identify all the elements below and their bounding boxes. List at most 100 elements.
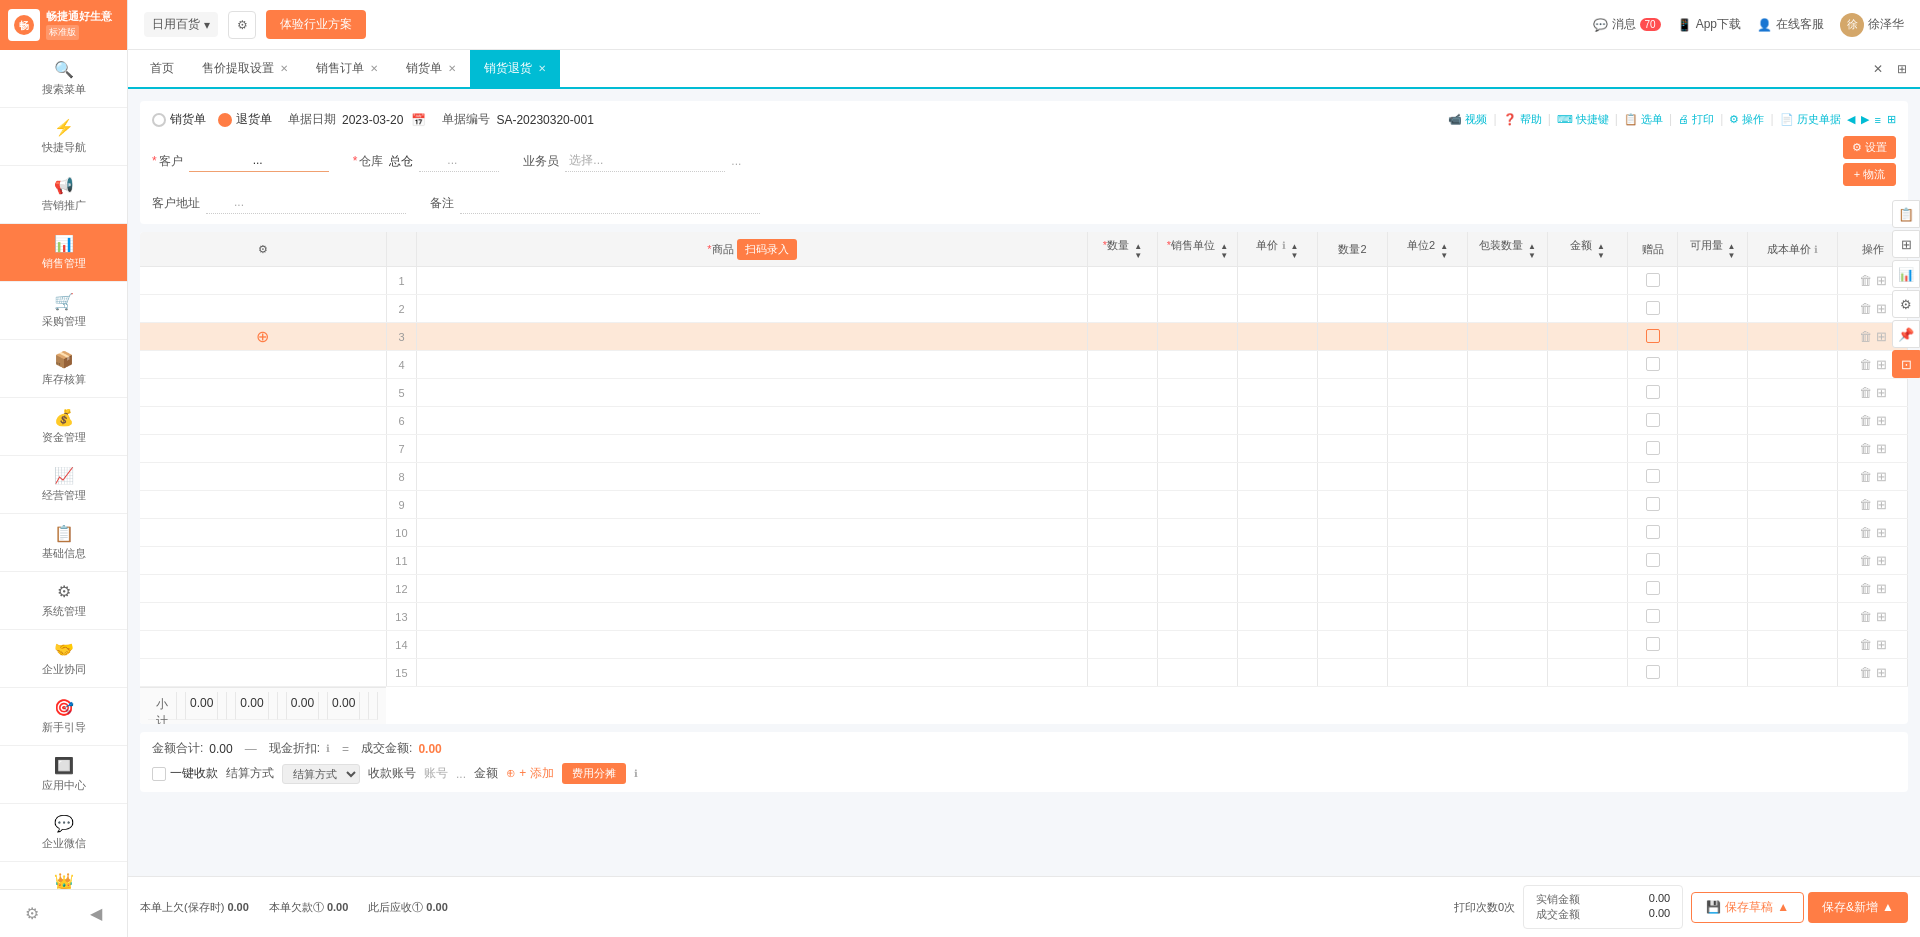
customer-input[interactable]: ...: [189, 150, 329, 172]
row-qty2-cell[interactable]: [1318, 631, 1388, 659]
tab-sales-order-close[interactable]: ✕: [370, 63, 378, 74]
toolbar-video[interactable]: 📹 视频: [1448, 112, 1487, 127]
row-amount-cell[interactable]: [1548, 267, 1628, 295]
price-sort[interactable]: ▲ ▼: [1291, 242, 1299, 260]
toolbar-grid-view[interactable]: ⊞: [1887, 112, 1896, 127]
gift-checkbox[interactable]: [1646, 497, 1660, 511]
row-pack-cell[interactable]: [1468, 575, 1548, 603]
row-cost-cell[interactable]: [1748, 659, 1838, 687]
gift-checkbox[interactable]: [1646, 553, 1660, 567]
delete-icon[interactable]: 🗑: [1859, 357, 1872, 372]
gift-checkbox[interactable]: [1646, 525, 1660, 539]
right-panel-btn-1[interactable]: 📋: [1892, 200, 1920, 228]
row-unit2-cell[interactable]: [1388, 435, 1468, 463]
delete-icon[interactable]: 🗑: [1859, 273, 1872, 288]
row-cost-cell[interactable]: [1748, 351, 1838, 379]
row-amount-cell[interactable]: [1548, 631, 1628, 659]
copy-icon[interactable]: ⊞: [1876, 665, 1887, 680]
tab-price-extract[interactable]: 售价提取设置 ✕: [188, 50, 302, 89]
row-gift-cell[interactable]: [1628, 323, 1678, 351]
row-unit2-cell[interactable]: [1388, 519, 1468, 547]
sidebar-item-guide[interactable]: 🎯 新手引导: [0, 688, 127, 746]
row-qty2-cell[interactable]: [1318, 407, 1388, 435]
row-unit2-cell[interactable]: [1388, 267, 1468, 295]
row-gift-cell[interactable]: [1628, 351, 1678, 379]
row-unit2-cell[interactable]: [1388, 659, 1468, 687]
row-pack-cell[interactable]: [1468, 323, 1548, 351]
row-product-cell[interactable]: [416, 491, 1087, 519]
row-gift-cell[interactable]: [1628, 547, 1678, 575]
sidebar-item-sales[interactable]: 📊 销售管理: [0, 224, 127, 282]
delete-icon[interactable]: 🗑: [1859, 385, 1872, 400]
row-pack-cell[interactable]: [1468, 351, 1548, 379]
gift-checkbox[interactable]: [1646, 273, 1660, 287]
row-price-cell[interactable]: [1238, 631, 1318, 659]
delete-icon[interactable]: 🗑: [1859, 301, 1872, 316]
row-pack-cell[interactable]: [1468, 491, 1548, 519]
row-unit2-cell[interactable]: [1388, 547, 1468, 575]
row-qty-cell[interactable]: [1088, 491, 1158, 519]
copy-icon[interactable]: ⊞: [1876, 637, 1887, 652]
row-cost-cell[interactable]: [1748, 267, 1838, 295]
row-qty2-cell[interactable]: [1318, 547, 1388, 575]
gift-checkbox[interactable]: [1646, 441, 1660, 455]
sidebar-item-quick-nav[interactable]: ⚡ 快捷导航: [0, 108, 127, 166]
row-qty-cell[interactable]: [1088, 659, 1158, 687]
row-qty2-cell[interactable]: [1318, 267, 1388, 295]
row-qty2-cell[interactable]: [1318, 323, 1388, 351]
row-avail-cell[interactable]: [1678, 435, 1748, 463]
copy-icon[interactable]: ⊞: [1876, 385, 1887, 400]
row-qty-cell[interactable]: [1088, 547, 1158, 575]
row-pack-cell[interactable]: [1468, 407, 1548, 435]
toolbar-history[interactable]: 📄 历史单据: [1780, 112, 1841, 127]
row-qty2-cell[interactable]: [1318, 435, 1388, 463]
delete-icon[interactable]: 🗑: [1859, 665, 1872, 680]
row-cost-cell[interactable]: [1748, 575, 1838, 603]
tab-sales-order[interactable]: 销售订单 ✕: [302, 50, 392, 89]
row-unit-cell[interactable]: [1158, 267, 1238, 295]
row-unit-cell[interactable]: [1158, 547, 1238, 575]
sidebar-collapse-btn[interactable]: ◀: [84, 898, 108, 929]
row-qty2-cell[interactable]: [1318, 351, 1388, 379]
toolbar-operation[interactable]: ⚙ 操作: [1729, 112, 1764, 127]
gift-checkbox[interactable]: [1646, 469, 1660, 483]
row-unit-cell[interactable]: [1158, 295, 1238, 323]
row-pack-cell[interactable]: [1468, 547, 1548, 575]
tab-returns[interactable]: 销货退货 ✕: [470, 50, 560, 89]
row-amount-cell[interactable]: [1548, 435, 1628, 463]
ellipsis-icon[interactable]: ...: [731, 154, 741, 168]
row-qty-cell[interactable]: [1088, 631, 1158, 659]
row-unit-cell[interactable]: [1158, 659, 1238, 687]
row-unit-cell[interactable]: [1158, 407, 1238, 435]
row-pack-cell[interactable]: [1468, 631, 1548, 659]
doc-num-value[interactable]: SA-20230320-001: [496, 113, 593, 127]
row-qty-cell[interactable]: [1088, 295, 1158, 323]
salesperson-input[interactable]: 选择...: [565, 150, 725, 172]
gift-checkbox[interactable]: [1646, 413, 1660, 427]
row-qty-cell[interactable]: [1088, 519, 1158, 547]
logistics-btn[interactable]: + 物流: [1843, 163, 1896, 186]
row-cost-cell[interactable]: [1748, 435, 1838, 463]
row-qty-cell[interactable]: [1088, 267, 1158, 295]
row-pack-cell[interactable]: [1468, 463, 1548, 491]
row-amount-cell[interactable]: [1548, 351, 1628, 379]
copy-icon[interactable]: ⊞: [1876, 329, 1887, 344]
row-amount-cell[interactable]: [1548, 323, 1628, 351]
row-unit-cell[interactable]: [1158, 519, 1238, 547]
avail-sort[interactable]: ▲ ▼: [1728, 242, 1736, 260]
settings-button[interactable]: ⚙: [228, 11, 256, 39]
row-price-cell[interactable]: [1238, 295, 1318, 323]
gift-checkbox[interactable]: [1646, 581, 1660, 595]
add-row-icon[interactable]: ⊕: [256, 328, 269, 345]
payment-checkbox[interactable]: 一键收款: [152, 765, 218, 782]
row-unit2-cell[interactable]: [1388, 351, 1468, 379]
add-btn[interactable]: ⊕ + 添加: [506, 765, 554, 782]
right-panel-btn-4[interactable]: ⚙: [1892, 290, 1920, 318]
address-input[interactable]: ...: [206, 192, 406, 214]
sidebar-item-operations[interactable]: 📈 经营管理: [0, 456, 127, 514]
sidebar-item-finance[interactable]: 💰 资金管理: [0, 398, 127, 456]
sidebar-item-system[interactable]: ⚙ 系统管理: [0, 572, 127, 630]
delete-icon[interactable]: 🗑: [1859, 413, 1872, 428]
delete-icon[interactable]: 🗑: [1859, 609, 1872, 624]
settings-btn[interactable]: ⚙ 设置: [1843, 136, 1896, 159]
